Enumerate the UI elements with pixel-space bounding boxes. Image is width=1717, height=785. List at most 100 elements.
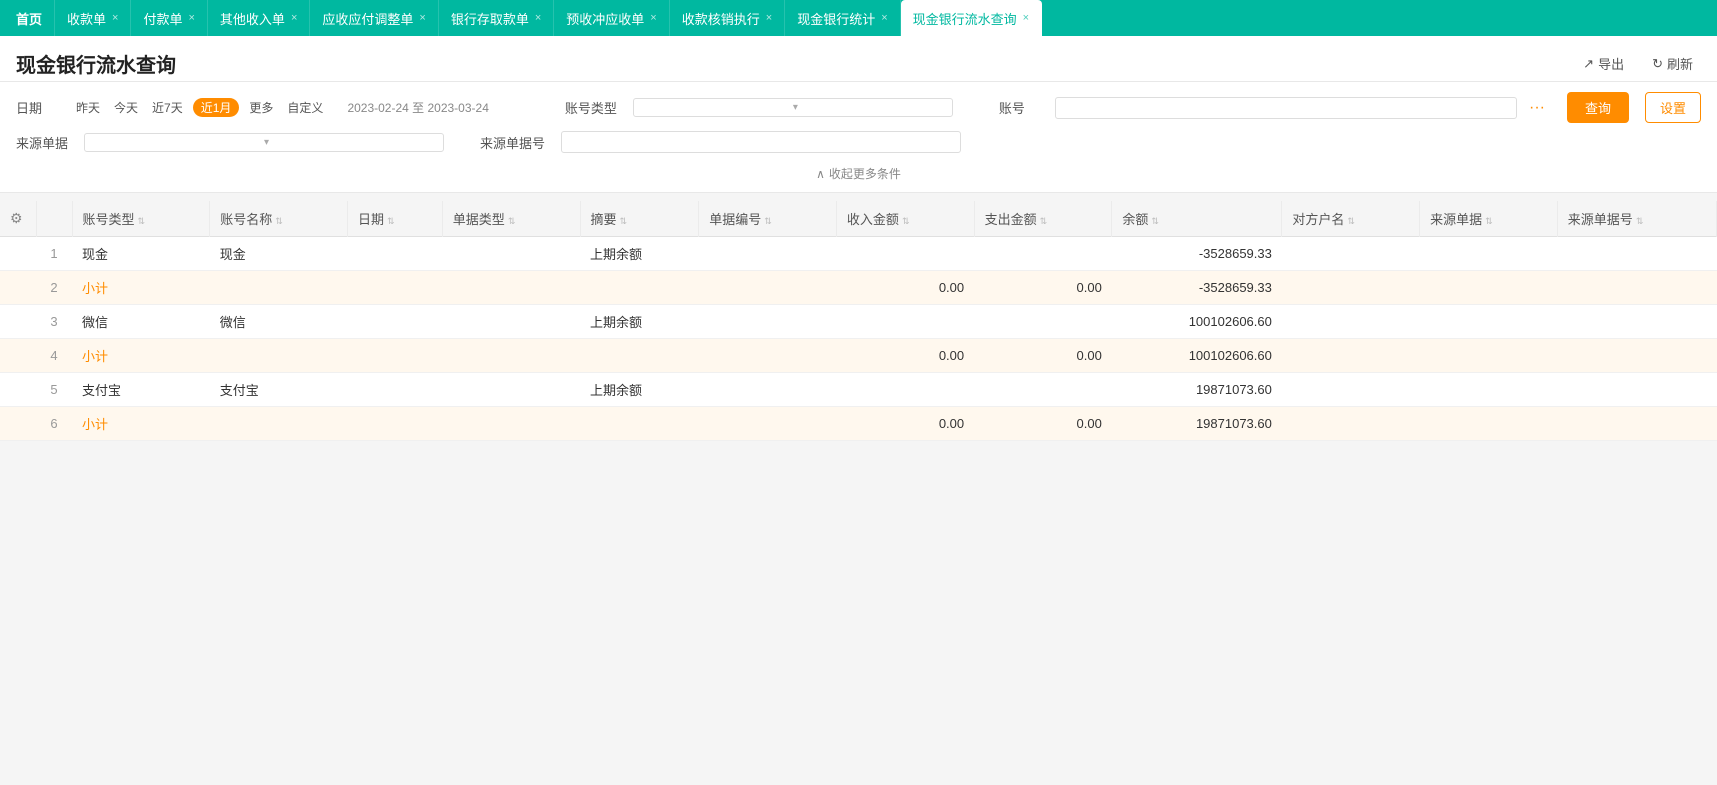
date-btn-today[interactable]: 今天 [110,98,142,117]
date-btn-7days[interactable]: 近7天 [148,98,187,117]
cell-gear [0,271,36,305]
cell-doc-type [442,339,580,373]
cell-summary [580,271,699,305]
close-icon[interactable]: × [766,12,772,24]
cell-doc-no [699,339,837,373]
col-date: 日期⇅ [347,201,442,237]
table-header-row: ⚙ 账号类型⇅ 账号名称⇅ 日期⇅ 单据类型⇅ 摘要⇅ 单据编号⇅ 收入金额⇅ … [0,201,1717,237]
nav-tab-other-income[interactable]: 其他收入单 × [208,0,310,36]
filter-row-source: 来源单据 ▾ 来源单据号 [16,131,1701,153]
date-btn-1month[interactable]: 近1月 [193,98,240,117]
cell-source-doc-no [1557,237,1716,271]
cell-source-doc-no [1557,305,1716,339]
table-row: 3 微信 微信 上期余额 100102606.60 [0,305,1717,339]
date-range-display: 2023-02-24 至 2023-03-24 [347,99,488,116]
account-dots-button[interactable]: ··· [1523,97,1551,119]
cell-source-doc-no [1557,271,1716,305]
account-input[interactable] [1055,97,1517,119]
query-button[interactable]: 查询 [1567,92,1629,123]
cell-counterparty [1282,407,1420,441]
cell-source-doc [1420,339,1558,373]
cell-source-doc-no [1557,407,1716,441]
source-doc-no-label: 来源单据号 [480,133,545,152]
cell-account-type: 小计 [72,271,210,305]
col-summary: 摘要⇅ [580,201,699,237]
cell-account-type: 支付宝 [72,373,210,407]
col-gear: ⚙ [0,201,36,237]
cell-counterparty [1282,271,1420,305]
date-btn-more[interactable]: 更多 [245,98,277,117]
cell-source-doc-no [1557,339,1716,373]
close-icon[interactable]: × [650,12,656,24]
cell-expense [974,373,1112,407]
page-title: 现金银行流水查询 [16,49,176,78]
cell-doc-type [442,237,580,271]
table-container: ⚙ 账号类型⇅ 账号名称⇅ 日期⇅ 单据类型⇅ 摘要⇅ 单据编号⇅ 收入金额⇅ … [0,201,1717,441]
cell-account-name [210,407,348,441]
cell-income: 0.00 [836,339,974,373]
cell-counterparty [1282,373,1420,407]
cell-account-name [210,271,348,305]
close-icon[interactable]: × [112,12,118,24]
cell-account-type: 小计 [72,339,210,373]
nav-tab-cash-bank-stat[interactable]: 现金银行统计 × [785,0,900,36]
source-doc-no-input[interactable] [561,131,961,153]
col-balance: 余额⇅ [1112,201,1282,237]
cell-account-type: 现金 [72,237,210,271]
nav-tab-advance-offset[interactable]: 预收冲应收单 × [554,0,669,36]
source-doc-label: 来源单据 [16,133,68,152]
table-row: 6 小计 0.00 0.00 19871073.60 [0,407,1717,441]
gear-icon[interactable]: ⚙ [10,210,23,226]
date-btn-custom[interactable]: 自定义 [283,98,327,117]
cell-account-name: 微信 [210,305,348,339]
cell-source-doc [1420,271,1558,305]
cell-num: 6 [36,407,72,441]
close-icon[interactable]: × [881,12,887,24]
cell-doc-no [699,305,837,339]
nav-tab-receipt[interactable]: 收款单 × [55,0,131,36]
source-doc-select[interactable]: ▾ [84,133,444,152]
account-type-label: 账号类型 [565,98,617,117]
cell-date [347,271,442,305]
cell-source-doc [1420,237,1558,271]
close-icon[interactable]: × [535,12,541,24]
col-source-doc: 来源单据⇅ [1420,201,1558,237]
export-button[interactable]: ↗ 导出 [1575,50,1632,77]
cell-income [836,373,974,407]
account-type-select[interactable]: ▾ [633,98,953,117]
refresh-button[interactable]: ↻ 刷新 [1644,50,1701,77]
nav-tab-payment[interactable]: 付款单 × [131,0,207,36]
nav-tab-ar-adjustment[interactable]: 应收应付调整单 × [310,0,438,36]
close-icon[interactable]: × [1023,12,1029,24]
nav-tab-home[interactable]: 首页 [4,0,55,36]
cell-num: 1 [36,237,72,271]
cell-balance: 100102606.60 [1112,305,1282,339]
nav-tab-cash-bank-flow[interactable]: 现金银行流水查询 × [901,0,1042,36]
date-btn-yesterday[interactable]: 昨天 [72,98,104,117]
col-doc-type: 单据类型⇅ [442,201,580,237]
cell-account-name [210,339,348,373]
cell-expense: 0.00 [974,271,1112,305]
settings-button[interactable]: 设置 [1645,92,1701,123]
cell-account-name: 现金 [210,237,348,271]
cell-counterparty [1282,305,1420,339]
header-bar: 现金银行流水查询 ↗ 导出 ↻ 刷新 [0,36,1717,82]
cell-gear [0,237,36,271]
cell-source-doc-no [1557,373,1716,407]
table-row: 5 支付宝 支付宝 上期余额 19871073.60 [0,373,1717,407]
cell-summary: 上期余额 [580,237,699,271]
cell-balance: -3528659.33 [1112,237,1282,271]
header-actions: ↗ 导出 ↻ 刷新 [1575,50,1701,77]
cell-source-doc [1420,407,1558,441]
nav-tab-receipt-verify[interactable]: 收款核销执行 × [670,0,785,36]
cell-doc-type [442,271,580,305]
close-icon[interactable]: × [419,12,425,24]
cell-date [347,373,442,407]
cell-summary: 上期余额 [580,373,699,407]
nav-tab-bank-deposit[interactable]: 银行存取款单 × [439,0,554,36]
collapse-button[interactable]: ∧ 收起更多条件 [16,161,1701,188]
cell-date [347,339,442,373]
close-icon[interactable]: × [291,12,297,24]
cell-counterparty [1282,237,1420,271]
close-icon[interactable]: × [188,12,194,24]
